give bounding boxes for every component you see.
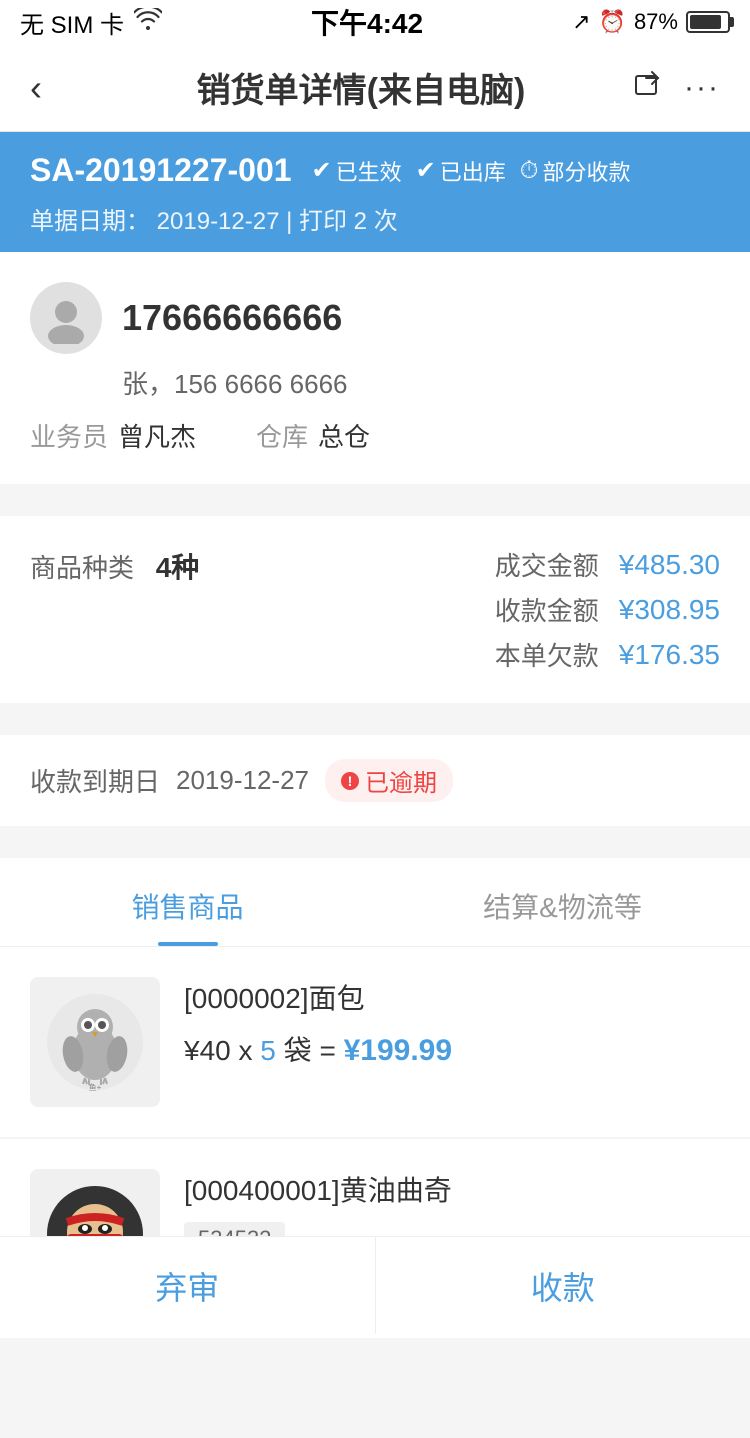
status-left: 无 SIM 卡	[20, 5, 162, 40]
qty-1: 5	[260, 1035, 283, 1066]
page-title: 销货单详情(来自电脑)	[90, 63, 632, 112]
price-base-1: ¥40	[184, 1035, 231, 1066]
separator-1	[0, 484, 750, 500]
staff-name: 曾凡杰	[118, 417, 196, 454]
overdue-dot-icon: !	[341, 772, 359, 790]
badge-effective: ✔ 已生效	[312, 155, 402, 187]
tab-settlement[interactable]: 结算&物流等	[375, 858, 750, 946]
debt-row: 本单欠款 ¥176.35	[495, 636, 720, 673]
warehouse-label: 仓库	[256, 417, 308, 454]
bottom-bar: 弃审 收款	[0, 1236, 750, 1334]
back-button[interactable]: ‹	[30, 67, 90, 109]
product-price-1: ¥40 x 5 袋 = ¥199.99	[184, 1029, 720, 1069]
badge-shipped: ✔ 已出库	[416, 155, 506, 187]
check-icon-effective: ✔	[312, 156, 332, 185]
due-date: 2019-12-27	[176, 765, 309, 796]
tabs-section: 销售商品 结算&物流等	[0, 858, 750, 947]
cancel-button[interactable]: 弃审	[0, 1237, 376, 1334]
warehouse-item: 仓库 总仓	[256, 417, 370, 454]
separator-2	[0, 703, 750, 719]
total-1: ¥199.99	[344, 1034, 452, 1067]
share-icon[interactable]	[632, 68, 664, 108]
product-image-1: 鱼+	[30, 977, 160, 1107]
nav-bar: ‹ 销货单详情(来自电脑) ···	[0, 44, 750, 132]
battery-icon	[686, 11, 730, 33]
tab-sales-products[interactable]: 销售商品	[0, 858, 375, 946]
header-date-info: 单据日期： 2019-12-27 | 打印 2 次	[30, 201, 720, 236]
product-name-2: [000400001]黄油曲奇	[184, 1169, 720, 1209]
trading-amount: ¥485.30	[619, 549, 720, 581]
location-icon: ↗	[572, 9, 590, 35]
nav-actions: ···	[632, 68, 720, 108]
more-icon[interactable]: ···	[684, 71, 720, 105]
collection-amount-row: 收款金额 ¥308.95	[495, 591, 720, 628]
print-info: | 打印 2 次	[286, 208, 398, 235]
stats-section: 商品种类 4种 成交金额 ¥485.30 收款金额 ¥308.95 本单欠款 ¥…	[0, 516, 750, 703]
status-right: ↗ ⏰ 87%	[572, 9, 730, 35]
amount-stats: 成交金额 ¥485.30 收款金额 ¥308.95 本单欠款 ¥176.35	[495, 546, 720, 673]
badge-payment: ⏱ 部分收款	[520, 155, 631, 187]
carrier-text: 无 SIM 卡	[20, 5, 124, 40]
product-info-1: [0000002]面包 ¥40 x 5 袋 = ¥199.99	[184, 977, 720, 1069]
order-date: 2019-12-27	[157, 208, 280, 235]
warehouse-name: 总仓	[318, 417, 370, 454]
product-type-stats: 商品种类 4种	[30, 546, 199, 586]
clock-icon: ⏱	[520, 157, 539, 185]
overdue-badge: ! 已逾期	[325, 759, 453, 802]
bottom-spacer	[0, 1340, 750, 1438]
overdue-text: 已逾期	[365, 763, 437, 798]
due-date-section: 收款到期日 2019-12-27 ! 已逾期	[0, 735, 750, 826]
status-time: 下午4:42	[311, 2, 423, 42]
svg-text:鱼+: 鱼+	[89, 1082, 102, 1092]
product-item: 鱼+ [0000002]面包 ¥40 x 5 袋 = ¥199.99	[0, 947, 750, 1137]
status-bar: 无 SIM 卡 下午4:42 ↗ ⏰ 87%	[0, 0, 750, 44]
trading-label: 成交金额	[495, 546, 599, 583]
debt-amount: ¥176.35	[619, 639, 720, 671]
type-count: 4种	[156, 552, 200, 583]
debt-label: 本单欠款	[495, 636, 599, 673]
staff-warehouse-row: 业务员 曾凡杰 仓库 总仓	[30, 417, 720, 454]
order-number: SA-20191227-001	[30, 152, 292, 189]
wifi-icon	[134, 8, 162, 37]
customer-section: 17666666666 张，156 6666 6666 业务员 曾凡杰 仓库 总…	[0, 252, 750, 484]
staff-label: 业务员	[30, 417, 108, 454]
trading-amount-row: 成交金额 ¥485.30	[495, 546, 720, 583]
customer-id: 17666666666	[122, 297, 342, 339]
collection-label: 收款金额	[495, 591, 599, 628]
type-label: 商品种类	[30, 553, 134, 583]
status-badges: ✔ 已生效 ✔ 已出库 ⏱ 部分收款	[312, 155, 631, 187]
confirm-button[interactable]: 收款	[376, 1237, 750, 1334]
product-name-1: [0000002]面包	[184, 977, 720, 1017]
header-banner: SA-20191227-001 ✔ 已生效 ✔ 已出库 ⏱ 部分收款 单据日期：…	[0, 132, 750, 252]
customer-name-phone: 张，156 6666 6666	[30, 364, 720, 401]
separator-3	[0, 826, 750, 842]
check-icon-shipped: ✔	[416, 156, 436, 185]
battery-percent: 87%	[634, 9, 678, 35]
due-label: 收款到期日	[30, 762, 160, 799]
customer-avatar	[30, 282, 102, 354]
staff-item: 业务员 曾凡杰	[30, 417, 196, 454]
alarm-icon: ⏰	[599, 9, 626, 35]
date-label: 单据日期：	[30, 208, 150, 235]
collection-amount: ¥308.95	[619, 594, 720, 626]
